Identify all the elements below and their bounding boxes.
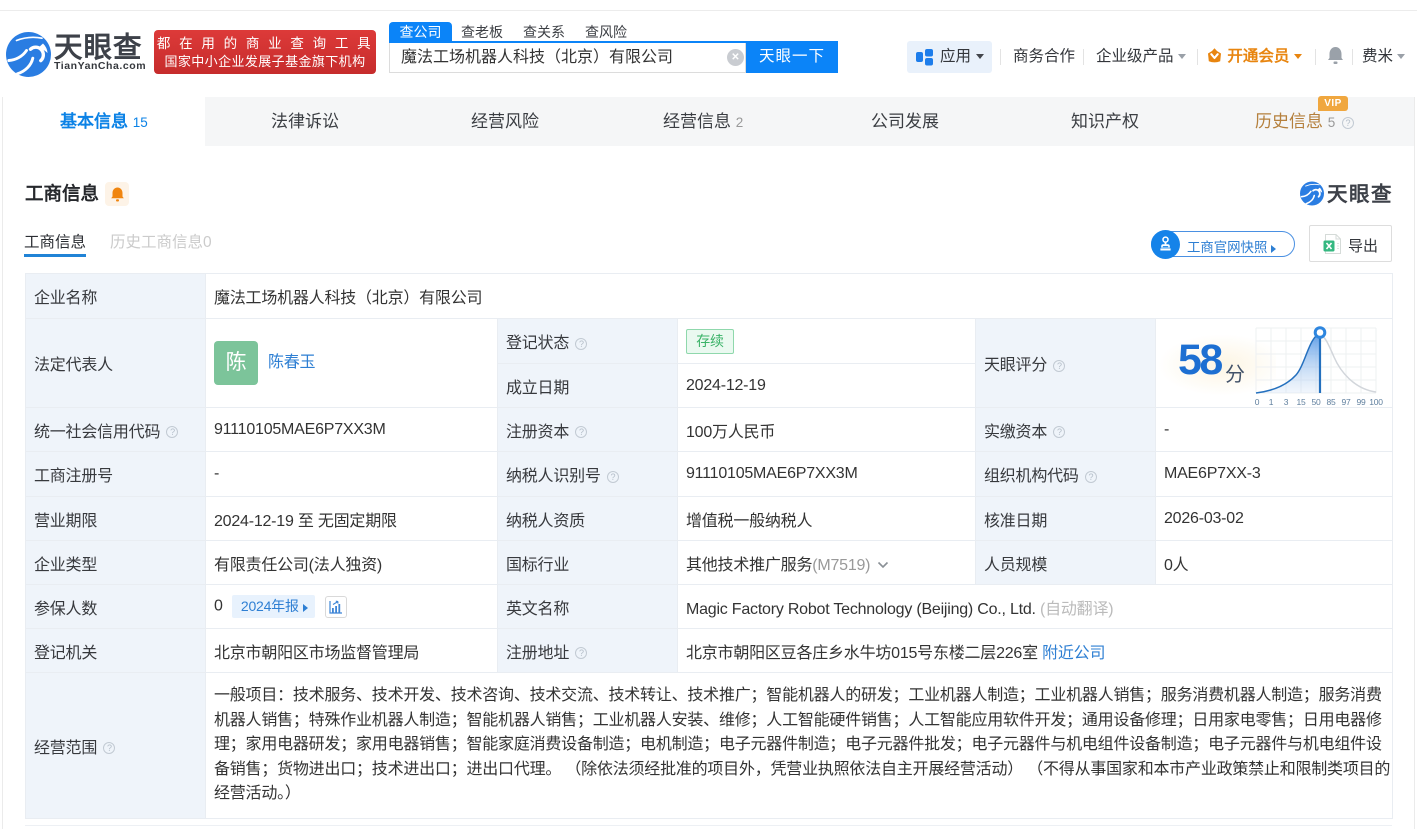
svg-text:97: 97 (1341, 397, 1351, 407)
svg-text:50: 50 (1311, 397, 1321, 407)
svg-text:99: 99 (1356, 397, 1366, 407)
svg-text:15: 15 (1296, 397, 1306, 407)
svg-text:85: 85 (1326, 397, 1336, 407)
svg-text:0: 0 (1255, 397, 1260, 407)
svg-text:天眼查: 天眼查 (1327, 182, 1393, 206)
svg-text:100: 100 (1369, 397, 1383, 407)
svg-text:1: 1 (1269, 397, 1274, 407)
svg-text:3: 3 (1284, 397, 1289, 407)
